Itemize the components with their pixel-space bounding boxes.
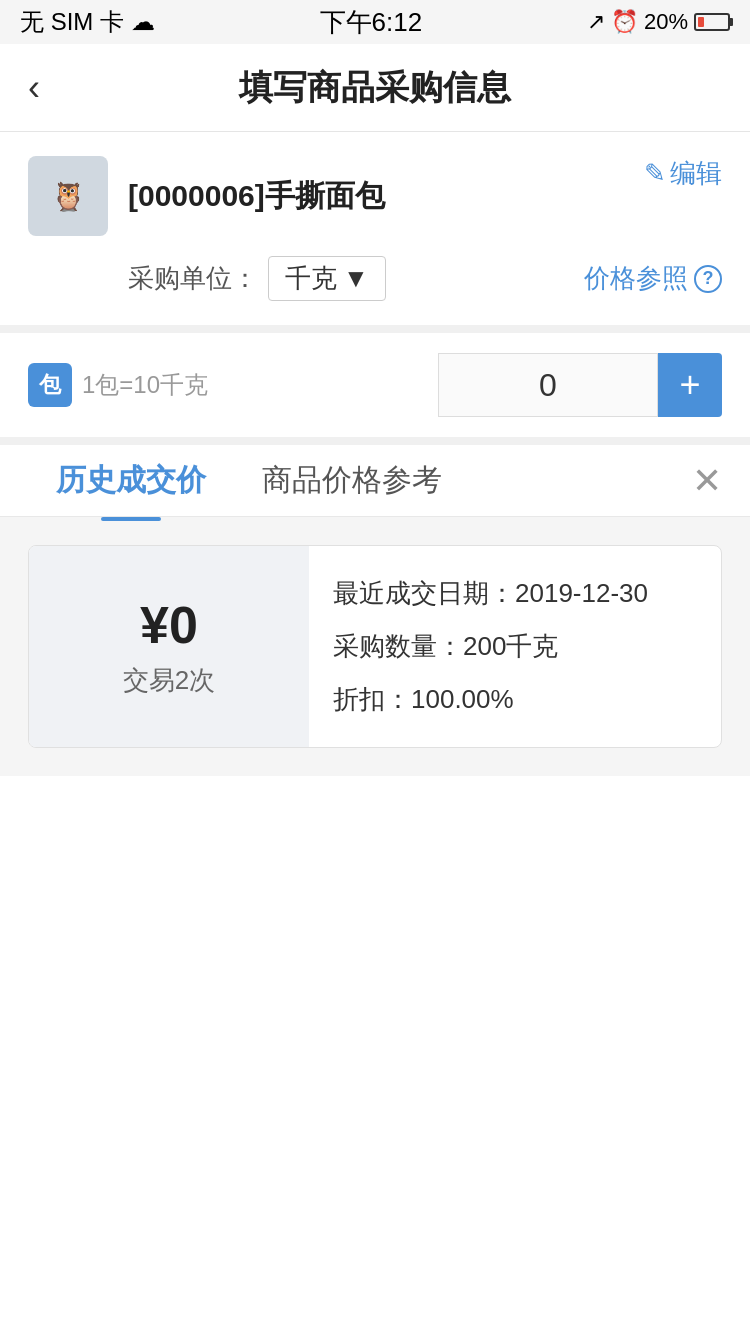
quantity-input-row: + [438,353,722,417]
tab-history-price[interactable]: 历史成交价 [28,441,234,521]
price-card: ¥0 交易2次 最近成交日期：2019-12-30 采购数量：200千克 折扣：… [28,545,722,748]
help-circle-icon: ? [694,265,722,293]
price-right-panel: 最近成交日期：2019-12-30 采购数量：200千克 折扣：100.00% [309,546,721,747]
status-left: 无 SIM 卡 ☁ [20,6,155,38]
price-trades: 交易2次 [123,663,215,698]
purchase-qty-line: 采购数量：200千克 [333,627,697,666]
status-time: 下午6:12 [320,5,423,40]
dropdown-arrow-icon: ▼ [343,263,369,294]
tabs-section: 历史成交价 商品价格参考 ✕ [0,437,750,517]
edit-button[interactable]: ✎ 编辑 [644,156,722,191]
price-ref-label: 价格参照 [584,261,688,296]
currency-symbol: ¥ [140,596,169,654]
qty-detail-value: 200千克 [463,631,558,661]
unit-left: 采购单位： 千克 ▼ [128,256,386,301]
unit-value: 千克 [285,261,337,296]
status-right: ↗ ⏰ 20% [587,9,730,35]
alarm-icon: ⏰ [611,9,638,35]
nav-bar: ‹ 填写商品采购信息 [0,44,750,132]
battery-percent: 20% [644,9,688,35]
quantity-plus-button[interactable]: + [658,353,722,417]
bag-label: 包 [39,370,61,400]
edit-label: 编辑 [670,156,722,191]
qty-detail-label: 采购数量： [333,631,463,661]
discount-line: 折扣：100.00% [333,680,697,719]
recent-date-label: 最近成交日期： [333,578,515,608]
product-header: 🦉 [0000006]手撕面包 ✎ 编辑 [28,156,722,236]
bottom-space [0,776,750,1334]
recent-date-line: 最近成交日期：2019-12-30 [333,574,697,613]
location-icon: ↗ [587,9,605,35]
tab-close-button[interactable]: ✕ [692,460,722,502]
product-unit-row: 采购单位： 千克 ▼ 价格参照 ? [28,256,722,301]
quantity-input[interactable] [438,353,658,417]
edit-icon: ✎ [644,158,666,189]
product-card: 🦉 [0000006]手撕面包 ✎ 编辑 采购单位： 千克 ▼ 价格参照 ? [0,132,750,325]
tab-product-price-ref[interactable]: 商品价格参考 [234,441,470,521]
product-id-name: [0000006]手撕面包 [128,176,385,217]
price-card-section: ¥0 交易2次 最近成交日期：2019-12-30 采购数量：200千克 折扣：… [0,517,750,776]
product-info: [0000006]手撕面包 [128,176,385,217]
unit-label: 采购单位： [128,261,258,296]
tab-history-label: 历史成交价 [56,460,206,501]
recent-date-value: 2019-12-30 [515,578,648,608]
bag-hint: 1包=10千克 [82,369,208,401]
discount-label: 折扣： [333,684,411,714]
price-reference-button[interactable]: 价格参照 ? [584,261,722,296]
quantity-section: 包 1包=10千克 + [0,325,750,437]
quantity-label: 包 1包=10千克 [28,363,208,407]
page-title: 填写商品采购信息 [239,65,511,111]
battery-icon [694,13,730,31]
product-thumbnail: 🦉 [28,156,108,236]
tab-price-ref-label: 商品价格参考 [262,460,442,501]
bag-icon: 包 [28,363,72,407]
price-left-panel: ¥0 交易2次 [29,546,309,747]
back-button[interactable]: ‹ [28,67,40,109]
product-left: 🦉 [0000006]手撕面包 [28,156,385,236]
price-amount: ¥0 [140,595,198,655]
discount-value: 100.00% [411,684,514,714]
amount-value: 0 [169,596,198,654]
status-bar: 无 SIM 卡 ☁ 下午6:12 ↗ ⏰ 20% [0,0,750,44]
unit-select-dropdown[interactable]: 千克 ▼ [268,256,386,301]
sim-wifi-text: 无 SIM 卡 ☁ [20,6,155,38]
product-logo-icon: 🦉 [51,180,86,213]
